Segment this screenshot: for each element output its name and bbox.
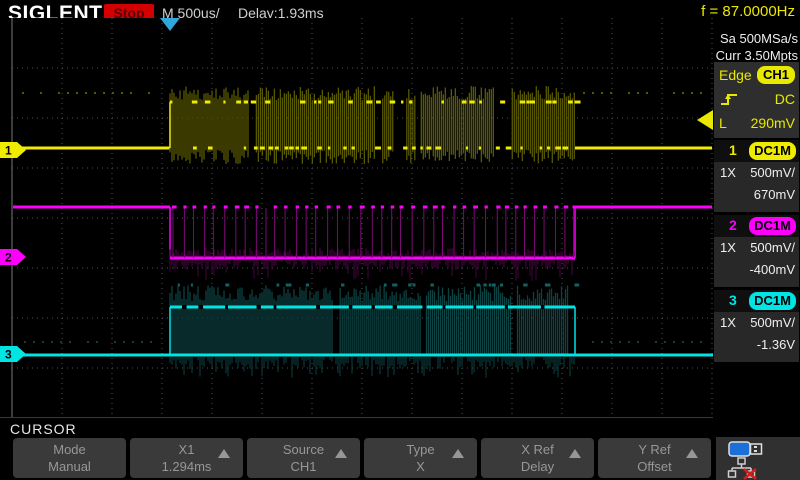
lan-disconnected-icon: [727, 457, 757, 480]
channel-3-probe: 1X: [720, 315, 736, 330]
softkey-label-bottom: X: [416, 459, 425, 474]
softkey-yref[interactable]: Y Ref Offset: [598, 438, 711, 478]
channel-3-number: 3: [729, 292, 737, 308]
trigger-coupling: DC: [774, 91, 795, 107]
trigger-panel[interactable]: Edge CH1 DC L 290mV: [714, 62, 799, 138]
acquisition-info: Sa 500MSa/s Curr 3.50Mpts: [713, 30, 800, 64]
softkey-source[interactable]: Source CH1: [247, 438, 360, 478]
trigger-source-badge: CH1: [756, 66, 795, 84]
trigger-mode-label: Edge: [719, 67, 752, 83]
softkey-label-bottom: CH1: [290, 459, 317, 474]
channel-marker-label: 1: [5, 144, 12, 158]
channel-1-offset: 670mV: [753, 187, 795, 202]
softkey-type[interactable]: Type X: [364, 438, 477, 478]
channel-1-scale: 500mV/: [750, 165, 795, 180]
channel-1-marker[interactable]: [0, 142, 26, 158]
bottom-menu-bar: CURSOR Mode Manual X1 1.294ms Source CH1…: [0, 419, 800, 480]
right-sidebar: Sa 500MSa/s Curr 3.50Mpts Edge CH1 DC L …: [713, 28, 800, 437]
rising-edge-icon: [721, 94, 737, 105]
softkey-label-bottom: 1.294ms: [161, 459, 212, 474]
usb-icon: [728, 441, 763, 457]
up-arrow-icon: [569, 449, 581, 458]
channel-1-coupling-badge: DC1M: [749, 142, 796, 160]
softkey-xref[interactable]: X Ref Delay: [481, 438, 594, 478]
channel-3-panel[interactable]: 3 DC1M 1X 500mV/ -1.36V: [714, 290, 799, 362]
channel-2-panel[interactable]: 2 DC1M 1X 500mV/ -400mV: [714, 215, 799, 287]
softkey-label-top: Mode: [53, 442, 86, 457]
channel-3-marker[interactable]: [0, 346, 26, 362]
softkey-label-bottom: Delay: [520, 459, 555, 474]
status-icon-panel: [716, 437, 800, 480]
oscilloscope-screen: { "header": { "brand": "SIGLENT", "run_s…: [0, 0, 800, 480]
softkey-label-bottom: Offset: [637, 459, 672, 474]
channel-1-header: 1 DC1M: [714, 140, 799, 162]
channel-2-offset: -400mV: [749, 262, 795, 277]
trigger-position-marker[interactable]: [160, 18, 180, 31]
waveform-display: 1 2 3: [0, 18, 713, 419]
up-arrow-icon: [686, 449, 698, 458]
channel-2-scale: 500mV/: [750, 240, 795, 255]
channel-3-coupling-badge: DC1M: [749, 292, 796, 310]
trigger-level-value: 290mV: [750, 115, 795, 131]
channel-3-offset: -1.36V: [756, 337, 795, 352]
up-arrow-icon: [218, 449, 230, 458]
up-arrow-icon: [335, 449, 347, 458]
channel-2-coupling-badge: DC1M: [749, 217, 796, 235]
channel-marker-label: 2: [5, 251, 12, 265]
trigger-level-label: L: [719, 115, 727, 131]
channel-1-number: 1: [729, 142, 737, 158]
channel-1-probe: 1X: [720, 165, 736, 180]
softkey-mode[interactable]: Mode Manual: [13, 438, 126, 478]
frequency-counter: f = 87.0000Hz: [701, 3, 795, 20]
softkey-label-bottom: Manual: [48, 459, 91, 474]
trigger-level-marker[interactable]: [697, 110, 713, 130]
channel-3-header: 3 DC1M: [714, 290, 799, 312]
menu-title: CURSOR: [10, 421, 77, 437]
channel-2-number: 2: [729, 217, 737, 233]
channel-2-probe: 1X: [720, 240, 736, 255]
channel-2-header: 2 DC1M: [714, 215, 799, 237]
up-arrow-icon: [452, 449, 464, 458]
channel-marker-label: 3: [5, 348, 12, 362]
channel-2-marker[interactable]: [0, 249, 26, 265]
channel-1-panel[interactable]: 1 DC1M 1X 500mV/ 670mV: [714, 140, 799, 212]
waveform-svg: 1 2 3: [0, 18, 713, 418]
sample-rate: Sa 500MSa/s: [719, 31, 798, 46]
channel-3-scale: 500mV/: [750, 315, 795, 330]
softkey-x1[interactable]: X1 1.294ms: [130, 438, 243, 478]
